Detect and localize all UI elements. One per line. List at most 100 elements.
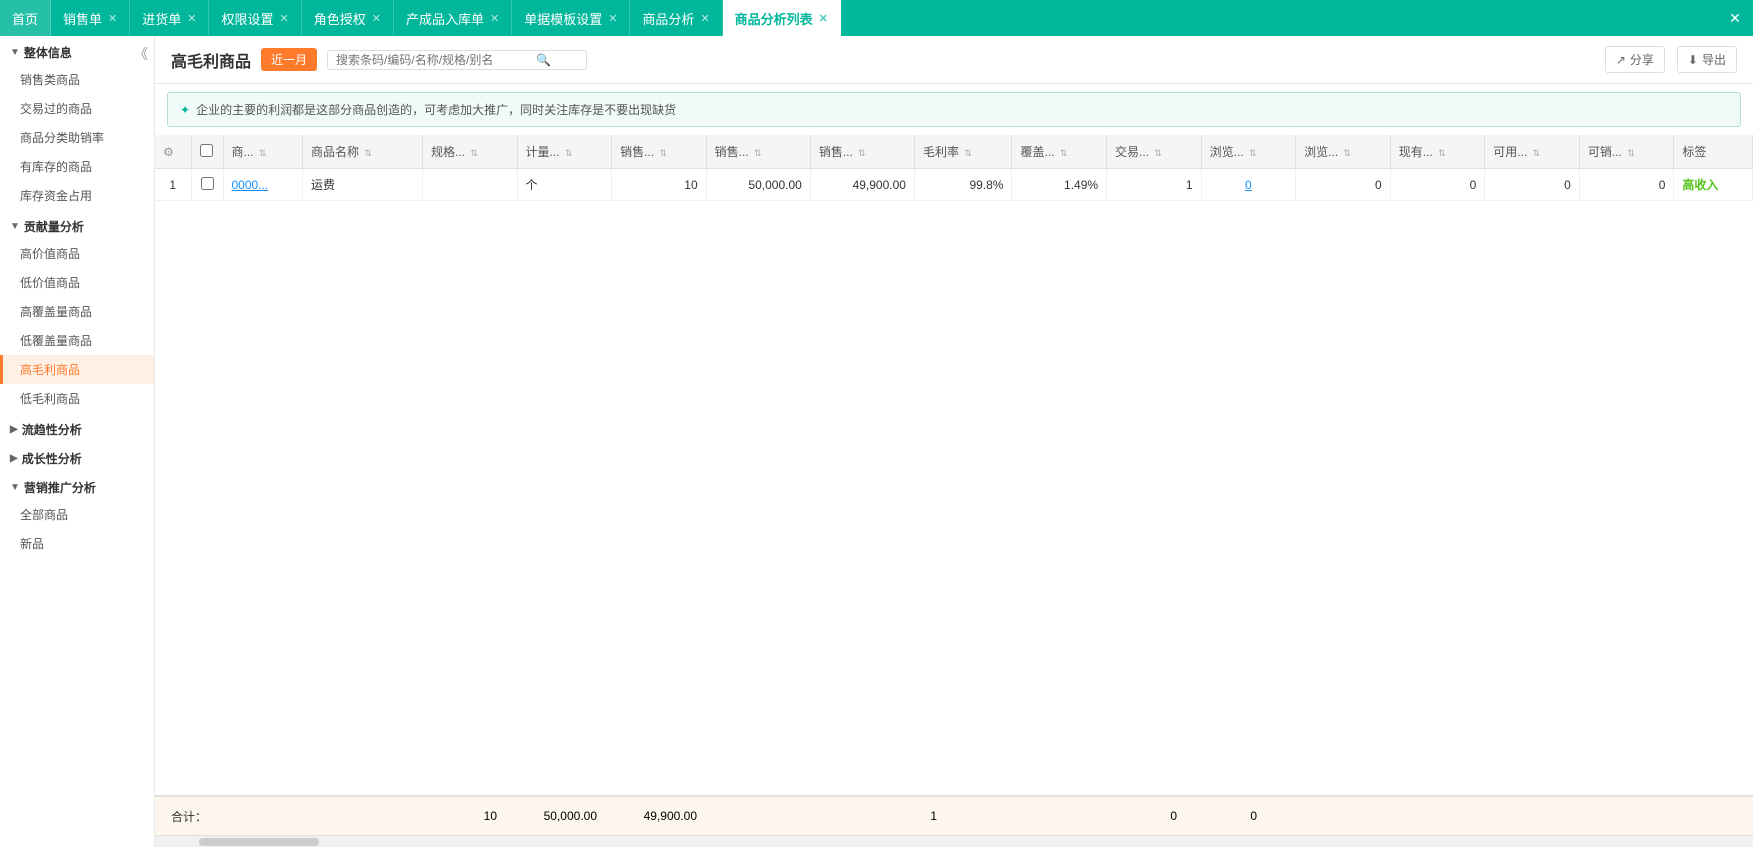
arrow-growth: ▶ [10,453,18,464]
th-current[interactable]: 现有... ⇅ [1390,135,1485,169]
data-table: ⚙ 商... ⇅ 商品名称 ⇅ [155,135,1753,201]
td-sale-amt: 50,000.00 [706,169,810,201]
sidebar-group-contribution[interactable]: ▼ 贡献量分析 [0,210,154,239]
sidebar-item-category-rate[interactable]: 商品分类助销率 [0,123,154,152]
sidebar-item-low-value[interactable]: 低价值商品 [0,268,154,297]
share-btn[interactable]: ↗ 分享 [1605,46,1665,73]
page-title: 高毛利商品 [171,48,251,72]
th-settings[interactable]: ⚙ [155,135,191,169]
close-tab-sales[interactable]: ✕ [108,12,117,25]
sidebar-item-low-coverage[interactable]: 低覆盖量商品 [0,326,154,355]
sort-icon-name: ⇅ [364,148,372,158]
footer-browse2 [1025,809,1105,823]
sidebar-item-new-goods[interactable]: 新品 [0,529,154,558]
td-spec [422,169,517,201]
table-footer: 合计： 10 50,000.00 49,900.00 1 0 0 [155,795,1753,835]
footer-browse1 [945,809,1025,823]
filter-month-btn[interactable]: 近一月 [261,48,317,71]
sidebar-item-high-value[interactable]: 高价值商品 [0,239,154,268]
tab-roles[interactable]: 角色授权 ✕ [302,0,394,36]
tab-permissions[interactable]: 权限设置 ✕ [209,0,301,36]
tab-purchase[interactable]: 进货单 ✕ [130,0,209,36]
close-tab-analysis-list[interactable]: ✕ [819,12,828,25]
td-gross-rate: 99.8% [914,169,1012,201]
sidebar-item-stock-capital[interactable]: 库存资金占用 [0,181,154,210]
sidebar-item-traded-goods[interactable]: 交易过的商品 [0,94,154,123]
tab-products[interactable]: 产成品入库单 ✕ [394,0,512,36]
th-spec[interactable]: 规格... ⇅ [422,135,517,169]
th-unit[interactable]: 计量... ⇅ [517,135,612,169]
th-salable[interactable]: 可销... ⇅ [1579,135,1674,169]
close-tab-products[interactable]: ✕ [490,12,499,25]
search-box: 🔍 [327,50,587,70]
td-unit: 个 [517,169,612,201]
arrow-marketing: ▼ [10,482,20,493]
content-header: 高毛利商品 近一月 🔍 ↗ 分享 ⬇ 导出 [155,36,1753,84]
row-checkbox[interactable] [201,177,214,190]
th-browse2[interactable]: 浏览... ⇅ [1296,135,1391,169]
td-index: 1 [155,169,191,201]
sort-icon-trade: ⇅ [1154,148,1162,158]
sidebar-group-growth[interactable]: ▶ 成长性分析 [0,442,154,471]
sidebar-item-sales-goods[interactable]: 销售类商品 [0,65,154,94]
td-browse2: 0 [1296,169,1391,201]
export-icon: ⬇ [1688,53,1698,67]
search-icon[interactable]: 🔍 [536,53,551,67]
table-container[interactable]: ⚙ 商... ⇅ 商品名称 ⇅ [155,135,1753,795]
th-trade[interactable]: 交易... ⇅ [1107,135,1202,169]
th-coverage[interactable]: 覆盖... ⇅ [1012,135,1107,169]
th-name[interactable]: 商品名称 ⇅ [302,135,422,169]
th-tag[interactable]: 标签 [1674,135,1753,169]
main-layout: 《 ▼ 整体信息 销售类商品 交易过的商品 商品分类助销率 有库存的商品 库存资… [0,36,1753,847]
sort-icon-current: ⇅ [1438,148,1446,158]
settings-icon[interactable]: ⚙ [163,145,174,159]
tab-home[interactable]: 首页 [0,0,51,36]
td-browse1[interactable]: 0 [1201,169,1296,201]
sidebar-group-general[interactable]: ▼ 整体信息 [0,36,154,65]
sidebar-item-high-coverage[interactable]: 高覆盖量商品 [0,297,154,326]
th-available[interactable]: 可用... ⇅ [1485,135,1580,169]
sidebar-group-trend[interactable]: ▶ 流趋性分析 [0,413,154,442]
sidebar: 《 ▼ 整体信息 销售类商品 交易过的商品 商品分类助销率 有库存的商品 库存资… [0,36,155,847]
td-code[interactable]: 0000... [223,169,302,201]
th-sale-qty[interactable]: 销售... ⇅ [612,135,707,169]
scroll-bar-thumb[interactable] [199,838,319,846]
sidebar-group-marketing[interactable]: ▼ 营销推广分析 [0,471,154,500]
th-sale-profit[interactable]: 销售... ⇅ [810,135,914,169]
footer-label: 合计： [155,808,425,825]
th-sale-amt[interactable]: 销售... ⇅ [706,135,810,169]
tab-analysis-list[interactable]: 商品分析列表 ✕ [723,0,841,36]
close-tab-templates[interactable]: ✕ [608,12,617,25]
search-input[interactable] [336,53,536,67]
footer-sale-profit: 49,900.00 [605,809,705,823]
close-tab-roles[interactable]: ✕ [372,12,381,25]
th-code[interactable]: 商... ⇅ [223,135,302,169]
footer-coverage [785,809,865,823]
close-tab-purchase[interactable]: ✕ [187,12,196,25]
select-all-checkbox[interactable] [200,144,213,157]
sort-icon-sale-amt: ⇅ [754,148,762,158]
close-tab-analysis[interactable]: ✕ [700,12,709,25]
th-gross-rate[interactable]: 毛利率 ⇅ [914,135,1012,169]
scroll-bar-area[interactable] [155,835,1753,847]
sidebar-collapse-btn[interactable]: 《 [134,44,148,64]
td-trade: 1 [1107,169,1202,201]
sidebar-item-in-stock[interactable]: 有库存的商品 [0,152,154,181]
info-banner: ✦ 企业的主要的利润都是这部分商品创造的，可考虑加大推广，同时关注库存是不要出现… [167,92,1741,127]
footer-current: 0 [1105,809,1185,823]
sort-icon-coverage: ⇅ [1060,148,1068,158]
sort-icon-salable: ⇅ [1627,148,1635,158]
tab-templates[interactable]: 单据模板设置 ✕ [512,0,630,36]
td-name: 运费 [302,169,422,201]
tab-analysis[interactable]: 商品分析 ✕ [630,0,722,36]
th-browse1[interactable]: 浏览... ⇅ [1201,135,1296,169]
sidebar-item-all-goods[interactable]: 全部商品 [0,500,154,529]
close-tab-permissions[interactable]: ✕ [280,12,289,25]
sidebar-item-high-margin[interactable]: 高毛利商品 [0,355,154,384]
close-all-tabs[interactable]: ✕ [1717,0,1753,36]
footer-trade: 1 [865,809,945,823]
arrow-general: ▼ [10,47,20,58]
sidebar-item-low-margin[interactable]: 低毛利商品 [0,384,154,413]
tab-sales[interactable]: 销售单 ✕ [51,0,130,36]
export-btn[interactable]: ⬇ 导出 [1677,46,1737,73]
